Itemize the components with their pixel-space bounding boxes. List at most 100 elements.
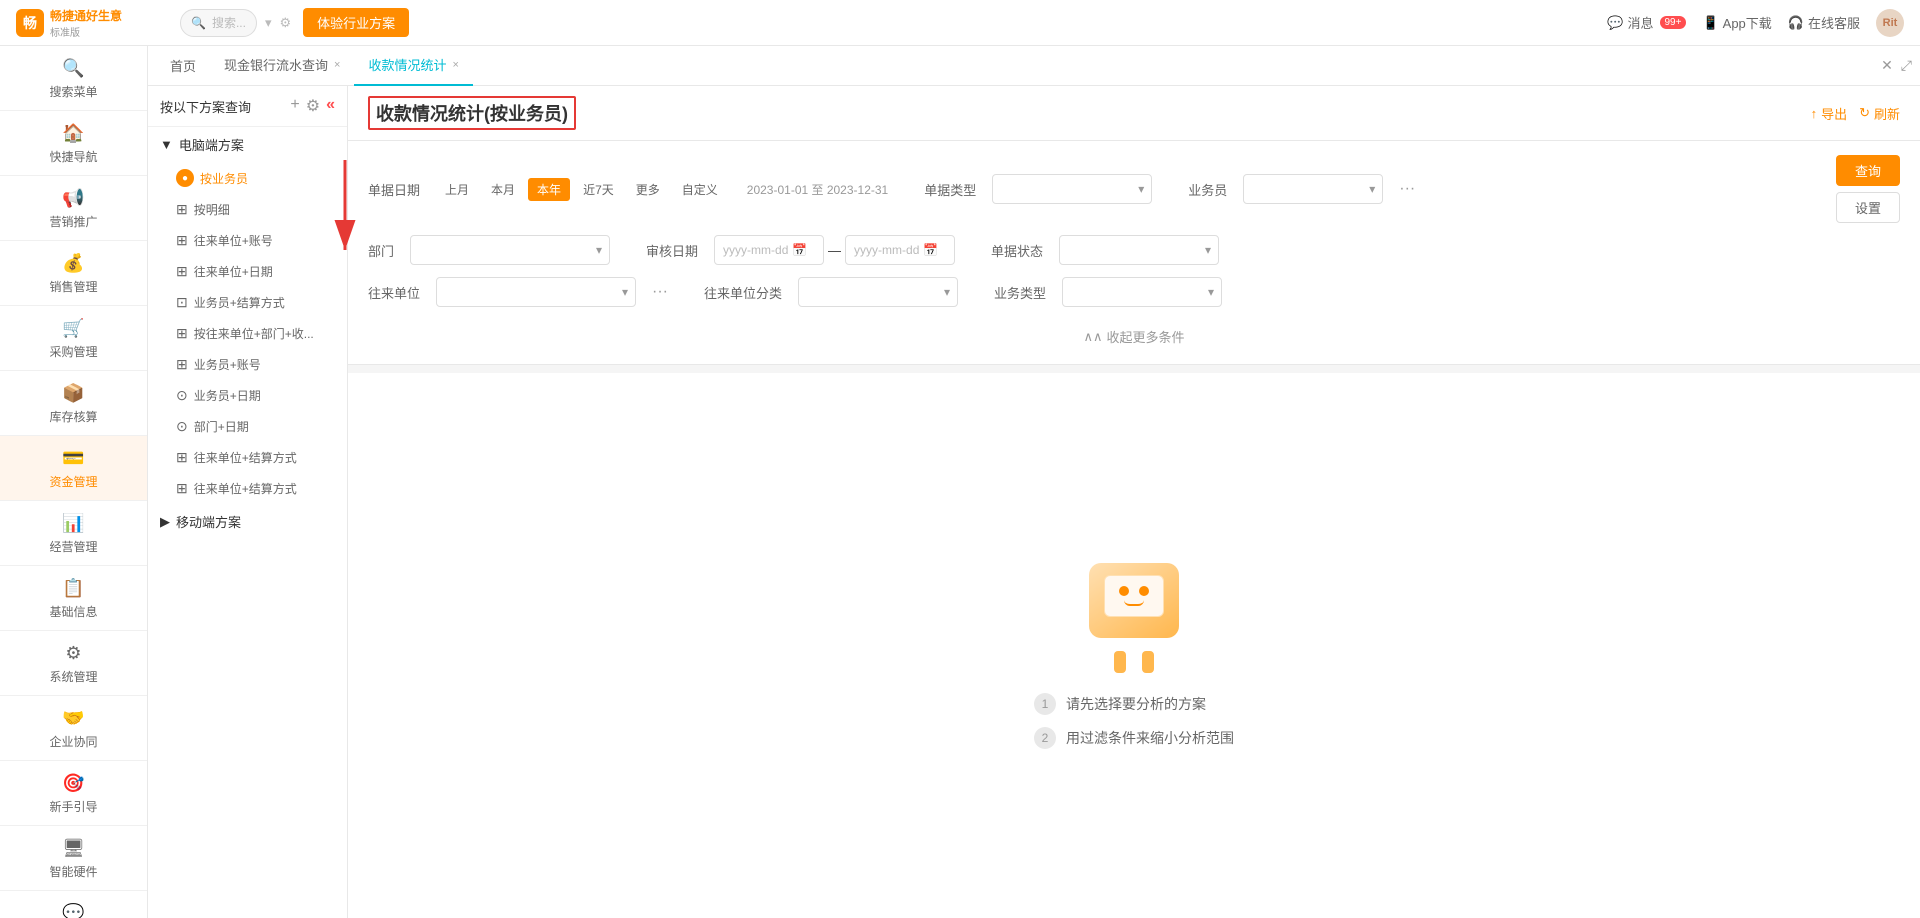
trial-btn[interactable]: 体验行业方案 — [303, 8, 409, 37]
scheme-item-detail[interactable]: ⊞ 按明细 — [148, 194, 347, 225]
tab-receipts-close[interactable]: × — [452, 59, 458, 71]
sidebar-item-business[interactable]: 📊 经营管理 — [0, 501, 147, 566]
sidebar-item-inventory[interactable]: 📦 库存核算 — [0, 371, 147, 436]
sidebar-item-guide[interactable]: 🎯 新手引导 — [0, 761, 147, 826]
tab-close-all-icon[interactable]: ✕ — [1881, 57, 1893, 74]
scheme-item-partner-settle2[interactable]: ⊞ 往来单位+结算方式 — [148, 473, 347, 504]
dropdown-icon[interactable]: ▾ — [265, 15, 272, 31]
doc-type-select-wrapper — [992, 174, 1152, 204]
scheme-item-partner-settle1[interactable]: ⊞ 往来单位+结算方式 — [148, 442, 347, 473]
partner-account-icon: ⊞ — [176, 232, 188, 249]
content-area: 首页 现金银行流水查询 × 收款情况统计 × ✕ ⤢ 按以下方案查询 + — [148, 46, 1920, 918]
message-btn[interactable]: 💬 消息 99+ — [1607, 13, 1686, 32]
filter-row-1: 单据日期 上月 本月 本年 近7天 更多 自定义 2023-01-01 至 20… — [368, 155, 1900, 223]
logo-area: 畅 畅捷通好生意 标准版 — [16, 7, 164, 39]
settings-btn[interactable]: 设置 — [1836, 192, 1900, 223]
doc-type-select[interactable] — [992, 174, 1152, 204]
header-search-bar: 🔍 搜索... — [180, 9, 257, 37]
page-content: 按以下方案查询 + ⚙ « ▼ 电脑端方案 ● 按业务员 — [148, 86, 1920, 918]
main-empty: 1 请先选择要分析的方案 2 用过滤条件来缩小分析范围 — [348, 373, 1920, 918]
sidebar-item-hardware[interactable]: 🖥 智能硬件 — [0, 826, 147, 891]
tab-maximize-icon[interactable]: ⤢ — [1901, 57, 1912, 74]
scheme-settings-icon[interactable]: ⚙ — [306, 96, 320, 116]
sidebar-item-finance[interactable]: 💳 资金管理 — [0, 436, 147, 501]
salesman-label: 业务员 — [1188, 180, 1227, 199]
scheme-item-partner-dept[interactable]: ⊞ 按往来单位+部门+收... — [148, 318, 347, 349]
salesman-select[interactable] — [1243, 174, 1383, 204]
refresh-btn[interactable]: ↻ 刷新 — [1859, 104, 1900, 123]
finance-icon: 💳 — [62, 448, 84, 469]
tab-cashflow[interactable]: 现金银行流水查询 × — [210, 46, 354, 86]
tab-cashflow-close[interactable]: × — [334, 59, 340, 71]
main-layout: 🔍 搜索菜单 🏠 快捷导航 📢 营销推广 💰 销售管理 🛒 采购管理 📦 库存核… — [0, 46, 1920, 918]
partner-class-select-wrapper — [798, 277, 958, 307]
query-btn[interactable]: 查询 — [1836, 155, 1900, 186]
right-main: 收款情况统计(按业务员) ↑ 导出 ↻ 刷新 — [348, 86, 1920, 918]
empty-step-2: 2 用过滤条件来缩小分析范围 — [1034, 727, 1234, 749]
page-title-actions: ↑ 导出 ↻ 刷新 — [1811, 104, 1900, 123]
sidebar-item-system[interactable]: ⚙ 系统管理 — [0, 631, 147, 696]
date-tab-last-month[interactable]: 上月 — [436, 178, 478, 201]
salesman-select-wrapper — [1243, 174, 1383, 204]
app-download-btn[interactable]: 📱 App下载 — [1702, 13, 1771, 32]
sidebar-item-purchase[interactable]: 🛒 采购管理 — [0, 306, 147, 371]
sidebar-item-collab[interactable]: 🤝 企业协同 — [0, 696, 147, 761]
audit-date-end[interactable]: yyyy-mm-dd 📅 — [845, 235, 955, 265]
date-tab-more[interactable]: 更多 — [627, 178, 669, 201]
sidebar-item-search[interactable]: 🔍 搜索菜单 — [0, 46, 147, 111]
doc-status-select-wrapper — [1059, 235, 1219, 265]
scheme-item-salesman-date[interactable]: ⊙ 业务员+日期 — [148, 380, 347, 411]
sidebar-item-sales[interactable]: 💰 销售管理 — [0, 241, 147, 306]
partner-class-select[interactable] — [798, 277, 958, 307]
date-tab-custom[interactable]: 自定义 — [673, 178, 727, 201]
guide-icon: 🎯 — [62, 773, 84, 794]
partner-more-icon[interactable]: ··· — [652, 283, 668, 301]
collapse-row: ∧∧ 收起更多条件 — [368, 319, 1900, 350]
date-tab-7days[interactable]: 近7天 — [574, 178, 623, 201]
scheme-item-salesman-settle[interactable]: ⊡ 业务员+结算方式 — [148, 287, 347, 318]
audit-date-start[interactable]: yyyy-mm-dd 📅 — [714, 235, 824, 265]
empty-steps: 1 请先选择要分析的方案 2 用过滤条件来缩小分析范围 — [1034, 693, 1234, 749]
settings-icon[interactable]: ⚙ — [280, 15, 292, 31]
date-tab-this-year[interactable]: 本年 — [528, 178, 570, 201]
step-num-2: 2 — [1034, 727, 1056, 749]
scheme-group-mobile-title[interactable]: ▶ 移动端方案 — [148, 504, 347, 539]
tab-home[interactable]: 首页 — [156, 56, 210, 75]
sidebar: 🔍 搜索菜单 🏠 快捷导航 📢 营销推广 💰 销售管理 🛒 采购管理 📦 库存核… — [0, 46, 148, 918]
date-label: 单据日期 — [368, 180, 420, 199]
biz-type-select[interactable] — [1062, 277, 1222, 307]
tab-receipts[interactable]: 收款情况统计 × — [354, 46, 472, 86]
sidebar-item-marketing[interactable]: 📢 营销推广 — [0, 176, 147, 241]
collapse-more-btn[interactable]: ∧∧ 收起更多条件 — [1083, 319, 1184, 350]
scheme-item-dept-date[interactable]: ⊙ 部门+日期 — [148, 411, 347, 442]
doc-status-label: 单据状态 — [991, 241, 1043, 260]
add-scheme-icon[interactable]: + — [290, 96, 299, 116]
user-avatar[interactable]: Rit — [1876, 9, 1904, 37]
scheme-item-salesman[interactable]: ● 按业务员 — [148, 162, 347, 194]
online-service-btn[interactable]: 🎧 在线客服 — [1788, 13, 1860, 32]
sidebar-item-weixin[interactable]: 💬 企业微信 — [0, 891, 147, 918]
calendar-icon1: 📅 — [792, 243, 807, 257]
dept-select[interactable] — [410, 235, 610, 265]
sidebar-item-nav[interactable]: 🏠 快捷导航 — [0, 111, 147, 176]
collab-icon: 🤝 — [62, 708, 84, 729]
salesman-more-icon[interactable]: ··· — [1399, 180, 1415, 198]
date-tab-this-month[interactable]: 本月 — [482, 178, 524, 201]
active-indicator: ● — [176, 169, 194, 187]
weixin-icon: 💬 — [62, 903, 84, 918]
marketing-icon: 📢 — [62, 188, 84, 209]
audit-date-label: 审核日期 — [646, 241, 698, 260]
scheme-item-partner-date[interactable]: ⊞ 往来单位+日期 — [148, 256, 347, 287]
scheme-item-salesman-account[interactable]: ⊞ 业务员+账号 — [148, 349, 347, 380]
scheme-item-partner-account[interactable]: ⊞ 往来单位+账号 — [148, 225, 347, 256]
date-tabs: 上月 本月 本年 近7天 更多 自定义 — [436, 178, 727, 201]
page-title-bar: 收款情况统计(按业务员) ↑ 导出 ↻ 刷新 — [348, 86, 1920, 141]
partner-select[interactable] — [436, 277, 636, 307]
collapse-panel-icon[interactable]: « — [326, 96, 335, 116]
doc-status-select[interactable] — [1059, 235, 1219, 265]
purchase-icon: 🛒 — [62, 318, 84, 339]
sidebar-item-basic[interactable]: 📋 基础信息 — [0, 566, 147, 631]
collapse-icon: ∧∧ — [1083, 329, 1102, 345]
export-btn[interactable]: ↑ 导出 — [1811, 104, 1848, 123]
scheme-group-pc-title[interactable]: ▼ 电脑端方案 — [148, 127, 347, 162]
